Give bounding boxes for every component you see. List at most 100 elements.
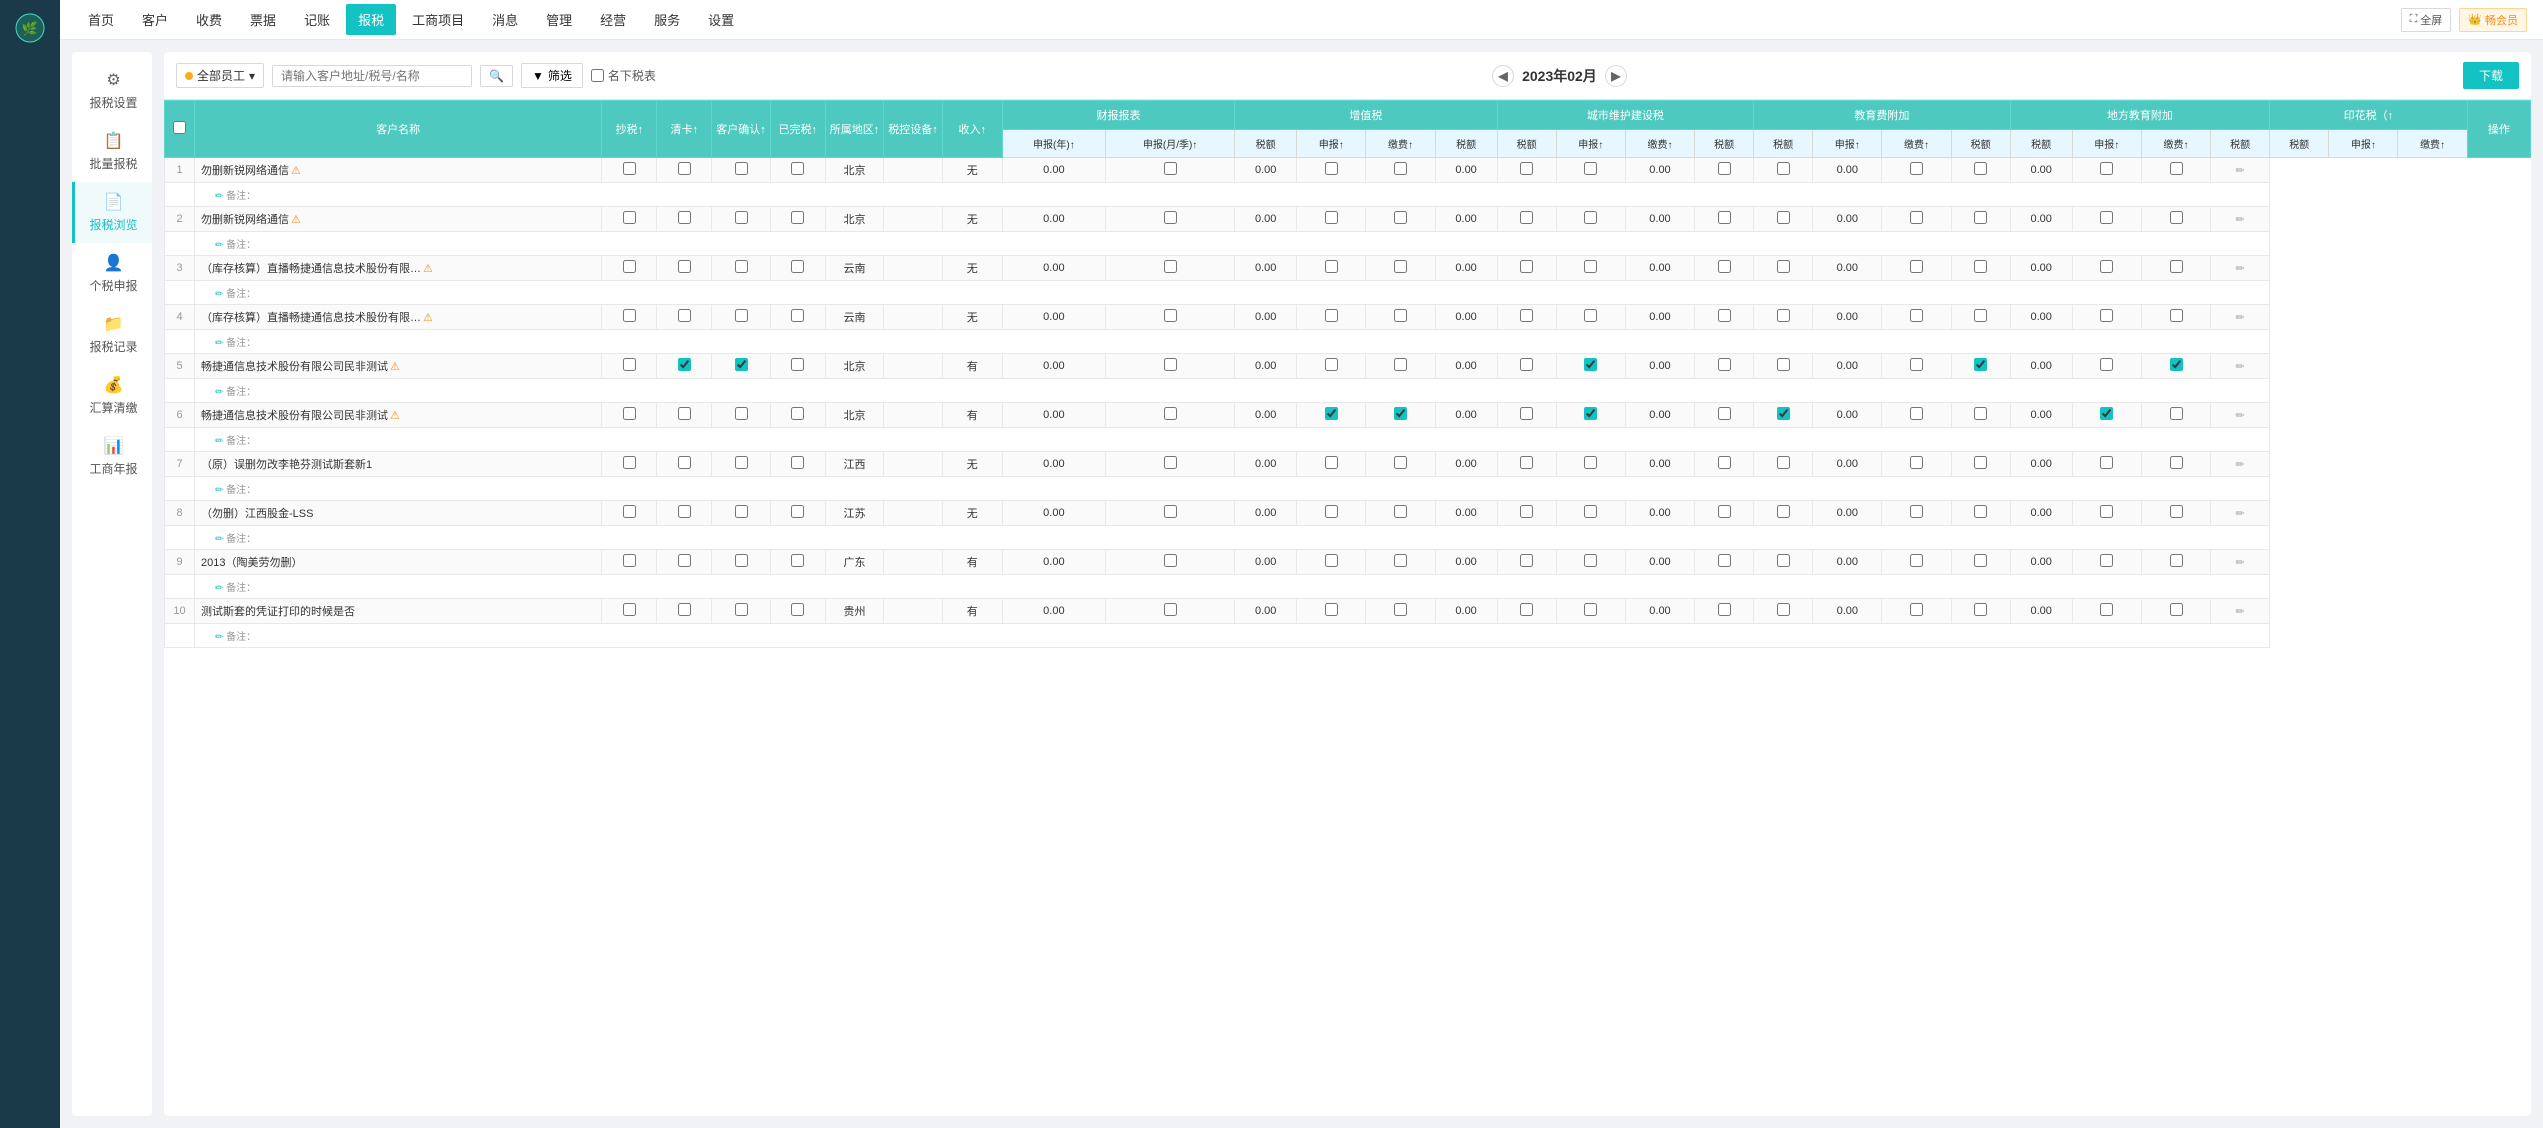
report-month-checkbox[interactable] xyxy=(1164,358,1177,371)
nav-service[interactable]: 服务 xyxy=(642,4,692,35)
nav-accounting[interactable]: 记账 xyxy=(292,4,342,35)
confirm-checkbox[interactable] xyxy=(735,162,748,175)
th-report-year[interactable]: 申报(年)↑ xyxy=(1002,130,1105,158)
th-clear-card[interactable]: 清卡↑ xyxy=(657,101,712,158)
sub-nav-tax-records[interactable]: 📁 报税记录 xyxy=(72,304,152,365)
nav-invoice[interactable]: 票据 xyxy=(238,4,288,35)
vat-pay-checkbox[interactable] xyxy=(1394,603,1407,616)
edit-icon[interactable]: ✏ xyxy=(2236,263,2245,275)
edu-pay-checkbox[interactable] xyxy=(1777,162,1790,175)
select-all-checkbox[interactable] xyxy=(173,121,186,134)
th-client-confirm[interactable]: 客户确认↑ xyxy=(712,101,771,158)
th-paid-tax[interactable]: 已完税↑ xyxy=(770,101,825,158)
copy-tax-checkbox[interactable] xyxy=(623,456,636,469)
vat-pay-checkbox[interactable] xyxy=(1394,260,1407,273)
local-declare-checkbox[interactable] xyxy=(1910,260,1923,273)
vat-pay-checkbox[interactable] xyxy=(1394,554,1407,567)
search-button[interactable]: 🔍 xyxy=(480,65,513,87)
prev-date-button[interactable]: ◀ xyxy=(1492,65,1514,87)
nav-billing[interactable]: 收费 xyxy=(184,4,234,35)
edu-pay-checkbox[interactable] xyxy=(1777,211,1790,224)
stamp-declare-checkbox[interactable] xyxy=(2100,554,2113,567)
vat-declare-checkbox[interactable] xyxy=(1325,211,1338,224)
edu-declare-checkbox[interactable] xyxy=(1718,456,1731,469)
client-name-cell[interactable]: 测试斯套的凭证打印的时候是否 xyxy=(195,599,602,624)
vat-pay-checkbox[interactable] xyxy=(1394,407,1407,420)
urban-declare-checkbox[interactable] xyxy=(1520,456,1533,469)
edit-icon[interactable]: ✏ xyxy=(2236,361,2245,373)
edit-icon[interactable]: ✏ xyxy=(2236,165,2245,177)
clear-card-checkbox[interactable] xyxy=(678,554,691,567)
local-pay-checkbox[interactable] xyxy=(1974,456,1987,469)
download-button[interactable]: 下载 xyxy=(2463,62,2519,89)
edu-declare-checkbox[interactable] xyxy=(1718,554,1731,567)
stamp-pay-checkbox[interactable] xyxy=(2170,260,2183,273)
urban-declare-checkbox[interactable] xyxy=(1520,554,1533,567)
paid-checkbox[interactable] xyxy=(791,358,804,371)
vat-declare-checkbox[interactable] xyxy=(1325,554,1338,567)
local-pay-checkbox[interactable] xyxy=(1974,162,1987,175)
stamp-declare-checkbox[interactable] xyxy=(2100,407,2113,420)
local-declare-checkbox[interactable] xyxy=(1910,554,1923,567)
confirm-checkbox[interactable] xyxy=(735,407,748,420)
client-name-cell[interactable]: （库存核算）直播畅捷通信息技术股份有限…⚠ xyxy=(195,256,602,281)
edu-declare-checkbox[interactable] xyxy=(1718,407,1731,420)
edu-pay-checkbox[interactable] xyxy=(1777,309,1790,322)
vat-declare-checkbox[interactable] xyxy=(1325,162,1338,175)
urban-declare-checkbox[interactable] xyxy=(1520,603,1533,616)
confirm-checkbox[interactable] xyxy=(735,211,748,224)
edit-note-icon[interactable]: ✏ xyxy=(215,191,223,202)
local-declare-checkbox[interactable] xyxy=(1910,211,1923,224)
edu-declare-checkbox[interactable] xyxy=(1718,358,1731,371)
client-name-cell[interactable]: 勿删新锐网络通信⚠ xyxy=(195,207,602,232)
client-name-cell[interactable]: （库存核算）直播畅捷通信息技术股份有限…⚠ xyxy=(195,305,602,330)
confirm-checkbox[interactable] xyxy=(735,505,748,518)
edit-icon[interactable]: ✏ xyxy=(2236,410,2245,422)
edu-declare-checkbox[interactable] xyxy=(1718,505,1731,518)
edit-note-icon[interactable]: ✏ xyxy=(215,485,223,496)
confirm-checkbox[interactable] xyxy=(735,260,748,273)
copy-tax-checkbox[interactable] xyxy=(623,260,636,273)
edit-icon[interactable]: ✏ xyxy=(2236,459,2245,471)
name-tag-checkbox[interactable] xyxy=(591,69,604,82)
urban-declare-checkbox[interactable] xyxy=(1520,407,1533,420)
vat-pay-checkbox[interactable] xyxy=(1394,211,1407,224)
stamp-pay-checkbox[interactable] xyxy=(2170,554,2183,567)
edit-icon[interactable]: ✏ xyxy=(2236,312,2245,324)
paid-checkbox[interactable] xyxy=(791,456,804,469)
nav-message[interactable]: 消息 xyxy=(480,4,530,35)
clear-card-checkbox[interactable] xyxy=(678,211,691,224)
edit-note-icon[interactable]: ✏ xyxy=(215,240,223,251)
copy-tax-checkbox[interactable] xyxy=(623,211,636,224)
th-urban-pay[interactable]: 缴费↑ xyxy=(1625,130,1694,158)
client-name-cell[interactable]: 畅捷通信息技术股份有限公司民非测试⚠ xyxy=(195,403,602,428)
urban-pay-checkbox[interactable] xyxy=(1584,603,1597,616)
edit-note-icon[interactable]: ✏ xyxy=(215,534,223,545)
local-pay-checkbox[interactable] xyxy=(1974,211,1987,224)
employee-filter[interactable]: 全部员工 ▾ xyxy=(176,63,264,88)
stamp-pay-checkbox[interactable] xyxy=(2170,505,2183,518)
stamp-pay-checkbox[interactable] xyxy=(2170,358,2183,371)
local-declare-checkbox[interactable] xyxy=(1910,407,1923,420)
nav-customer[interactable]: 客户 xyxy=(130,4,180,35)
paid-checkbox[interactable] xyxy=(791,309,804,322)
th-urban-declare[interactable]: 申报↑ xyxy=(1556,130,1625,158)
paid-checkbox[interactable] xyxy=(791,603,804,616)
vat-pay-checkbox[interactable] xyxy=(1394,505,1407,518)
th-vat-declare[interactable]: 申报↑ xyxy=(1297,130,1366,158)
client-name-cell[interactable]: 畅捷通信息技术股份有限公司民非测试⚠ xyxy=(195,354,602,379)
vat-pay-checkbox[interactable] xyxy=(1394,309,1407,322)
urban-declare-checkbox[interactable] xyxy=(1520,309,1533,322)
report-month-checkbox[interactable] xyxy=(1164,211,1177,224)
edit-note-icon[interactable]: ✏ xyxy=(215,289,223,300)
edu-pay-checkbox[interactable] xyxy=(1777,407,1790,420)
filter-button[interactable]: ▼ 筛选 xyxy=(521,63,583,88)
local-declare-checkbox[interactable] xyxy=(1910,505,1923,518)
nav-commerce[interactable]: 工商项目 xyxy=(400,4,476,35)
stamp-declare-checkbox[interactable] xyxy=(2100,603,2113,616)
local-pay-checkbox[interactable] xyxy=(1974,554,1987,567)
search-input[interactable] xyxy=(272,65,472,87)
report-month-checkbox[interactable] xyxy=(1164,407,1177,420)
edit-note-icon[interactable]: ✏ xyxy=(215,632,223,643)
urban-declare-checkbox[interactable] xyxy=(1520,260,1533,273)
